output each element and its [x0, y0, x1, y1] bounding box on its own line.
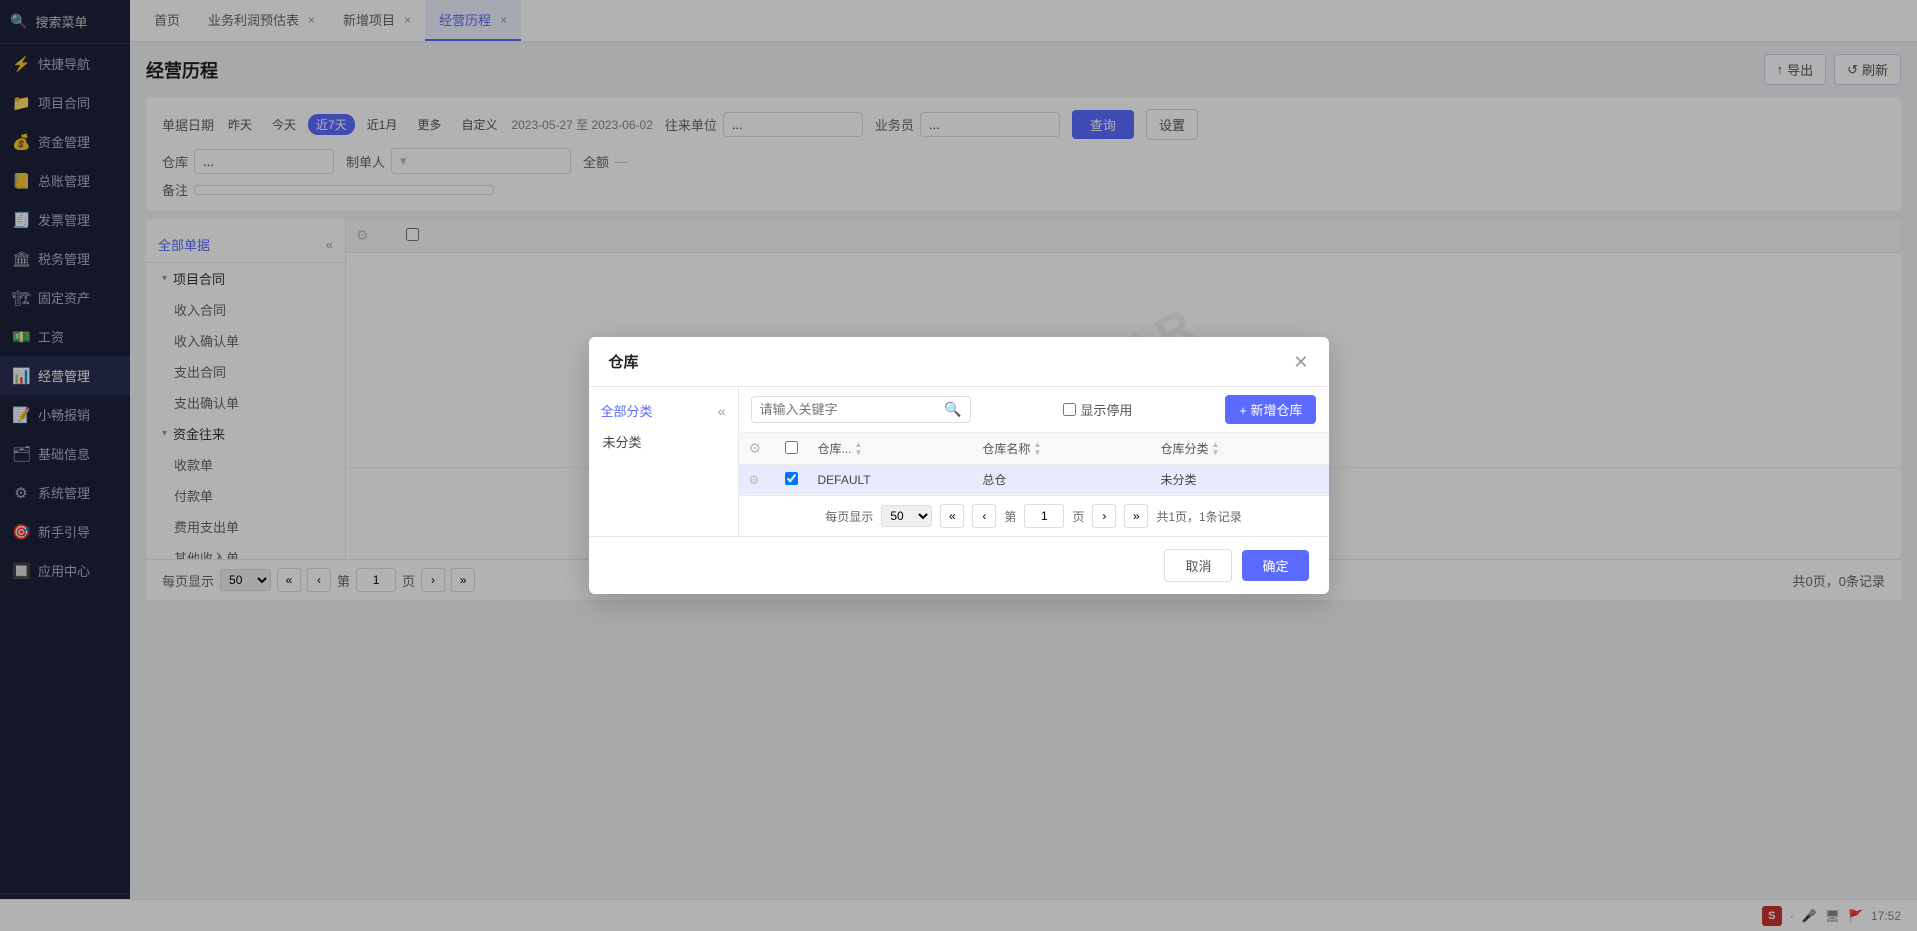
modal-th-settings[interactable]: ⚙ [739, 433, 775, 465]
modal-dialog: 仓库 ✕ 全部分类 « 未分类 🔍 [589, 337, 1329, 594]
cancel-button[interactable]: 取消 [1164, 549, 1232, 582]
modal-row-checkbox[interactable] [775, 465, 808, 495]
modal-prev-page-btn[interactable]: ‹ [972, 504, 996, 528]
modal-overlay: 仓库 ✕ 全部分类 « 未分类 🔍 [0, 0, 1917, 931]
modal-search[interactable]: 🔍 [751, 396, 971, 423]
modal-category-未分类[interactable]: 未分类 [589, 426, 738, 457]
modal-title: 仓库 [609, 351, 639, 372]
modal-last-page-btn[interactable]: » [1124, 504, 1148, 528]
modal-first-page-btn[interactable]: « [940, 504, 964, 528]
modal-page-size-select[interactable]: 50 100 [881, 505, 932, 527]
modal-search-icon: 🔍 [944, 401, 961, 418]
modal-header-row: ⚙ 仓库... ▲▼ 仓库名称 [739, 433, 1329, 465]
modal-th-checkbox[interactable] [775, 433, 808, 465]
modal-page-input[interactable] [1024, 504, 1064, 528]
modal-page-next-btn-label: 页 [1072, 508, 1084, 525]
modal-th-category: 仓库分类 ▲▼ [1150, 433, 1328, 465]
modal-table-body: ⚙ DEFAULT 总仓 未分类 [739, 465, 1329, 495]
modal-total-label: 共1页，1条记录 [1156, 508, 1241, 525]
modal-left-items: 未分类 [589, 426, 738, 457]
modal-footer: 取消 确定 [589, 536, 1329, 594]
modal-row-code: DEFAULT [808, 465, 973, 495]
modal-left-header: 全部分类 « [589, 395, 738, 426]
modal-col-settings-icon: ⚙ [749, 440, 762, 456]
show-disabled-label[interactable]: 显示停用 [1063, 400, 1132, 419]
modal-search-input[interactable] [760, 402, 939, 417]
modal-body: 全部分类 « 未分类 🔍 显示停用 + 新增仓库 [589, 387, 1329, 536]
modal-select-all[interactable] [785, 441, 798, 454]
modal-header: 仓库 ✕ [589, 337, 1329, 387]
modal-left-toggle[interactable]: « [718, 403, 726, 419]
modal-table-wrapper: ⚙ 仓库... ▲▼ 仓库名称 [739, 433, 1329, 495]
modal-row-settings[interactable]: ⚙ [739, 465, 775, 495]
add-warehouse-button[interactable]: + 新增仓库 [1225, 395, 1316, 424]
modal-page-prefix: 第 [1004, 508, 1016, 525]
modal-row-settings-icon: ⚙ [749, 473, 760, 487]
modal-next-page-btn[interactable]: › [1092, 504, 1116, 528]
modal-table-head: ⚙ 仓库... ▲▼ 仓库名称 [739, 433, 1329, 465]
modal-pagination: 每页显示 50 100 « ‹ 第 页 › » 共1页，1条记录 [739, 495, 1329, 536]
modal-th-name: 仓库名称 ▲▼ [972, 433, 1150, 465]
modal-page-size-label: 每页显示 [825, 508, 873, 525]
modal-row-category: 未分类 [1150, 465, 1328, 495]
modal-toolbar: 🔍 显示停用 + 新增仓库 [739, 387, 1329, 433]
modal-left-panel: 全部分类 « 未分类 [589, 387, 739, 536]
modal-row-name: 总仓 [972, 465, 1150, 495]
confirm-button[interactable]: 确定 [1242, 550, 1308, 581]
show-disabled-checkbox[interactable] [1063, 403, 1076, 416]
modal-table: ⚙ 仓库... ▲▼ 仓库名称 [739, 433, 1329, 495]
modal-row-check[interactable] [785, 472, 798, 485]
modal-right: 🔍 显示停用 + 新增仓库 ⚙ [739, 387, 1329, 536]
modal-table-row[interactable]: ⚙ DEFAULT 总仓 未分类 [739, 465, 1329, 495]
modal-close-button[interactable]: ✕ [1293, 353, 1308, 371]
modal-th-code: 仓库... ▲▼ [808, 433, 973, 465]
modal-all-categories-label: 全部分类 [601, 401, 653, 420]
